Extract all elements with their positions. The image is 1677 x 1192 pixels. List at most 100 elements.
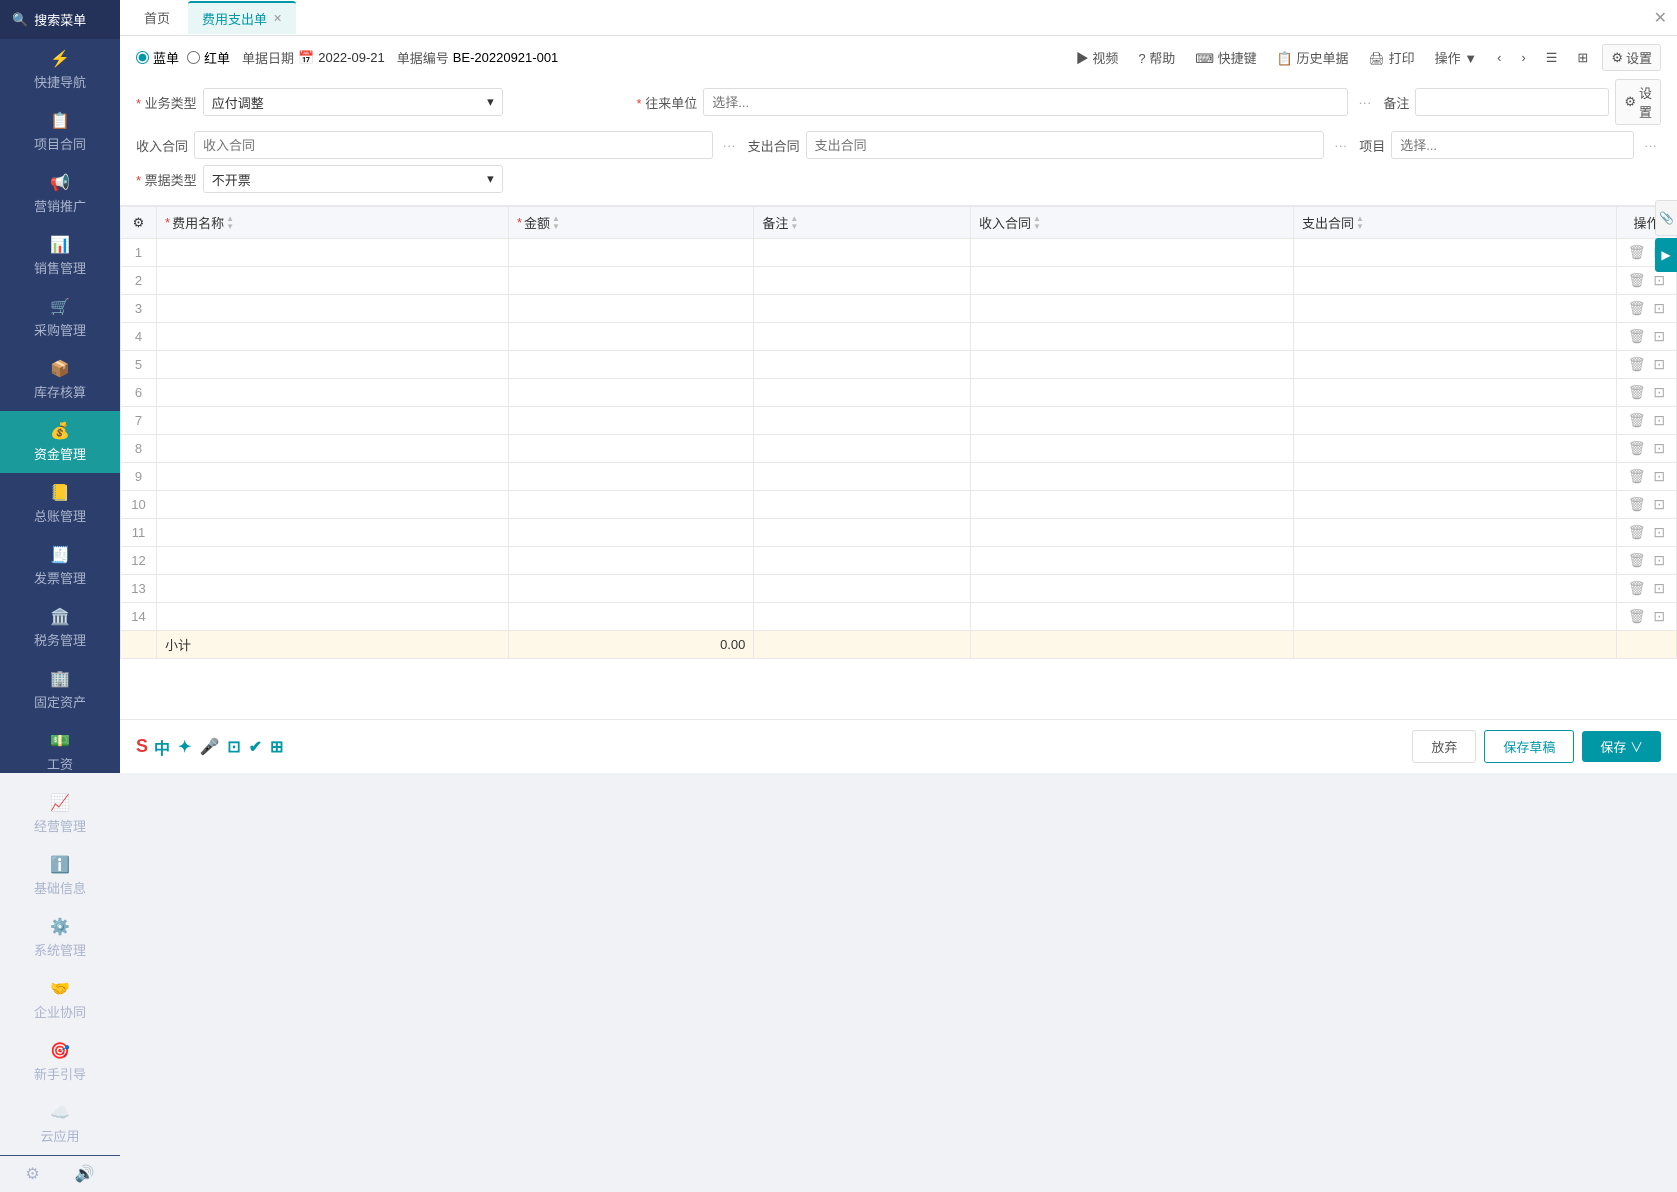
sidebar-item-invoice[interactable]: 🧾发票管理 [0, 535, 120, 597]
cell-amount-12[interactable] [508, 547, 754, 575]
discard-button[interactable]: 放弃 [1412, 730, 1476, 763]
cell-note-11[interactable] [754, 519, 971, 547]
cell-amount-4[interactable] [508, 323, 754, 351]
delete-icon-9[interactable]: 🗑 [1628, 468, 1646, 484]
cell-expense-contract-6[interactable] [1293, 379, 1616, 407]
cell-amount-5[interactable] [508, 351, 754, 379]
cell-expense-contract-2[interactable] [1293, 267, 1616, 295]
copy-icon-12[interactable]: ⊡ [1653, 552, 1665, 568]
history-button[interactable]: 📋 历史单据 [1271, 46, 1355, 69]
delete-icon-3[interactable]: 🗑 [1628, 300, 1646, 316]
volume-icon[interactable]: 🔊 [75, 1164, 95, 1184]
expense-contract-dots[interactable]: ··· [1330, 138, 1351, 153]
cell-expense-contract-7[interactable] [1293, 407, 1616, 435]
col-header-income-contract[interactable]: 收入合同 ▲▼ [970, 207, 1293, 239]
copy-icon-6[interactable]: ⊡ [1653, 384, 1665, 400]
radio-blue[interactable]: 蓝单 [136, 48, 179, 67]
cell-amount-14[interactable] [508, 603, 754, 631]
cell-expense-name-8[interactable] [157, 435, 509, 463]
cell-note-4[interactable] [754, 323, 971, 351]
cell-expense-name-6[interactable] [157, 379, 509, 407]
shortcuts-button[interactable]: ⌨ 快捷键 [1189, 46, 1262, 69]
save-button[interactable]: 保存 ∨ [1582, 731, 1661, 762]
cell-note-7[interactable] [754, 407, 971, 435]
cell-note-3[interactable] [754, 295, 971, 323]
settings-icon[interactable]: ⚙ [25, 1164, 39, 1184]
sidebar-item-purchase[interactable]: 🛒采购管理 [0, 287, 120, 349]
ticket-type-select[interactable]: 不开票 ▾ [203, 165, 503, 193]
cell-expense-contract-10[interactable] [1293, 491, 1616, 519]
cell-expense-contract-1[interactable] [1293, 239, 1616, 267]
cell-expense-name-4[interactable] [157, 323, 509, 351]
sidebar-item-quick-nav[interactable]: ⚡快捷导航 [0, 39, 120, 101]
cell-income-contract-11[interactable] [970, 519, 1293, 547]
cell-expense-contract-12[interactable] [1293, 547, 1616, 575]
copy-icon-3[interactable]: ⊡ [1653, 300, 1665, 316]
cell-income-contract-8[interactable] [970, 435, 1293, 463]
cell-note-2[interactable] [754, 267, 971, 295]
cell-note-8[interactable] [754, 435, 971, 463]
note-settings-button[interactable]: ⚙ 设置 [1615, 79, 1661, 125]
cell-expense-contract-4[interactable] [1293, 323, 1616, 351]
cell-income-contract-5[interactable] [970, 351, 1293, 379]
settings-button[interactable]: ⚙ 设置 [1602, 44, 1661, 71]
cell-amount-11[interactable] [508, 519, 754, 547]
sidebar-item-operations[interactable]: 📈经营管理 [0, 783, 120, 845]
partner-input[interactable] [703, 88, 1348, 116]
cell-income-contract-9[interactable] [970, 463, 1293, 491]
cell-expense-name-7[interactable] [157, 407, 509, 435]
copy-icon-7[interactable]: ⊡ [1653, 412, 1665, 428]
cell-income-contract-7[interactable] [970, 407, 1293, 435]
copy-icon-8[interactable]: ⊡ [1653, 440, 1665, 456]
delete-icon-2[interactable]: 🗑 [1628, 272, 1646, 288]
cell-note-13[interactable] [754, 575, 971, 603]
side-tab-attach[interactable]: 📎 [1655, 200, 1677, 236]
sidebar-item-ledger[interactable]: 📒总账管理 [0, 473, 120, 535]
cell-amount-1[interactable] [508, 239, 754, 267]
delete-icon-5[interactable]: 🗑 [1628, 356, 1646, 372]
delete-icon-10[interactable]: 🗑 [1628, 496, 1646, 512]
date-value[interactable]: 2022-09-21 [318, 50, 385, 65]
business-type-select[interactable]: 应付调整 ▾ [203, 88, 503, 116]
cell-note-12[interactable] [754, 547, 971, 575]
project-dots[interactable]: ··· [1640, 138, 1661, 153]
cell-note-1[interactable] [754, 239, 971, 267]
cell-note-14[interactable] [754, 603, 971, 631]
copy-icon-14[interactable]: ⊡ [1653, 608, 1665, 624]
sidebar-search[interactable]: 🔍 搜索菜单 [0, 0, 120, 39]
help-button[interactable]: ? 帮助 [1132, 46, 1181, 69]
col-header-expense-contract[interactable]: 支出合同 ▲▼ [1293, 207, 1616, 239]
col-header-note[interactable]: 备注 ▲▼ [754, 207, 971, 239]
cell-income-contract-1[interactable] [970, 239, 1293, 267]
cell-note-5[interactable] [754, 351, 971, 379]
delete-icon-6[interactable]: 🗑 [1628, 384, 1646, 400]
cell-income-contract-3[interactable] [970, 295, 1293, 323]
cell-expense-name-12[interactable] [157, 547, 509, 575]
cell-expense-name-5[interactable] [157, 351, 509, 379]
delete-icon-11[interactable]: 🗑 [1628, 524, 1646, 540]
cell-income-contract-10[interactable] [970, 491, 1293, 519]
sidebar-item-fixed-assets[interactable]: 🏢固定资产 [0, 659, 120, 721]
cell-amount-3[interactable] [508, 295, 754, 323]
save-draft-button[interactable]: 保存草稿 [1484, 730, 1574, 763]
delete-icon-8[interactable]: 🗑 [1628, 440, 1646, 456]
cell-expense-contract-8[interactable] [1293, 435, 1616, 463]
cell-expense-contract-14[interactable] [1293, 603, 1616, 631]
side-tab-expand[interactable]: ▶ [1655, 238, 1677, 272]
sidebar-item-inventory[interactable]: 📦库存核算 [0, 349, 120, 411]
cell-expense-contract-11[interactable] [1293, 519, 1616, 547]
cell-expense-name-10[interactable] [157, 491, 509, 519]
cell-income-contract-4[interactable] [970, 323, 1293, 351]
sidebar-item-tax[interactable]: 🏛️税务管理 [0, 597, 120, 659]
video-button[interactable]: ▶ 视频 [1070, 46, 1125, 69]
sidebar-item-salary[interactable]: 💵工资 [0, 721, 120, 783]
delete-icon-14[interactable]: 🗑 [1628, 608, 1646, 624]
footer-icon-mic[interactable]: 🎤 [199, 737, 219, 757]
footer-icon-dot[interactable]: ✦ [178, 737, 191, 757]
view-list-button[interactable]: ☰ [1540, 48, 1564, 68]
expense-contract-input[interactable] [806, 131, 1325, 159]
cell-expense-name-13[interactable] [157, 575, 509, 603]
cell-expense-name-2[interactable] [157, 267, 509, 295]
copy-icon-10[interactable]: ⊡ [1653, 496, 1665, 512]
partner-dots-button[interactable]: ··· [1354, 95, 1375, 110]
